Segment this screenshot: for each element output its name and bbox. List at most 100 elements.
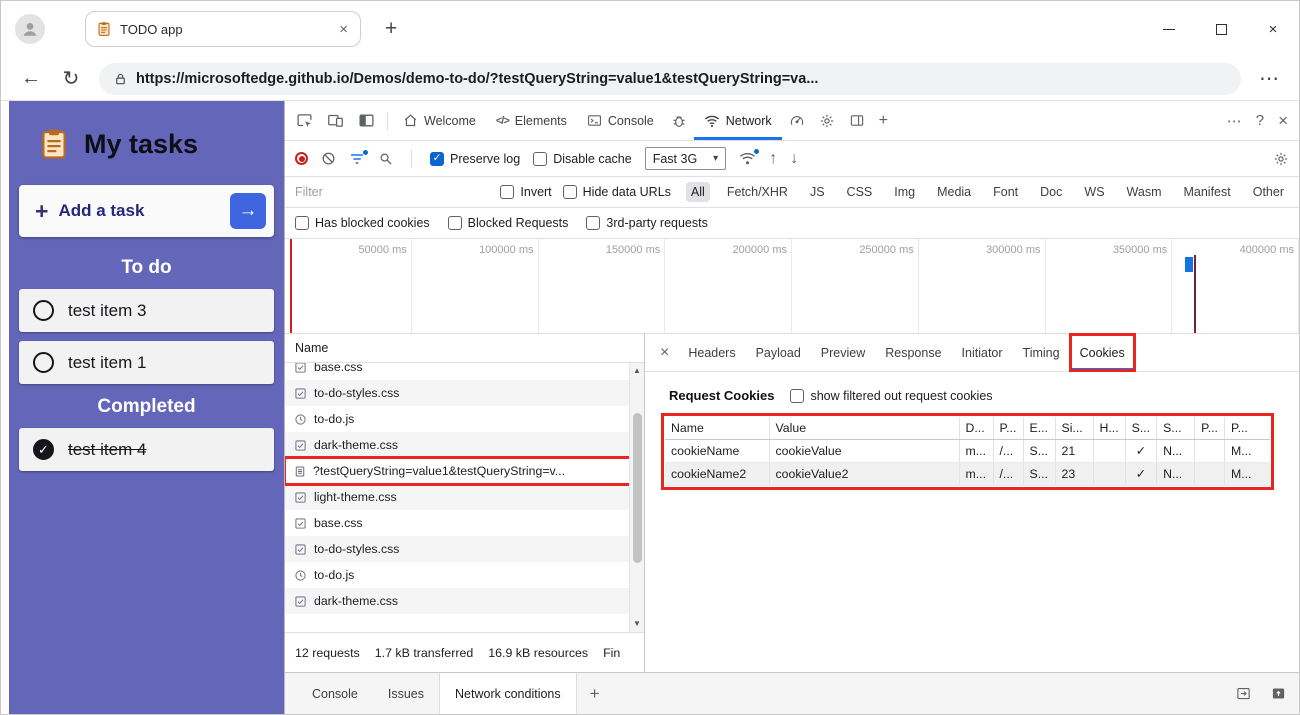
device-toolbar-button[interactable]	[320, 101, 351, 140]
col-samesite[interactable]: S...	[1156, 417, 1196, 440]
scroll-down-icon[interactable]: ▼	[633, 616, 641, 632]
col-httponly[interactable]: H...	[1093, 417, 1126, 440]
settings-button[interactable]	[812, 101, 842, 140]
network-conditions-button[interactable]	[739, 148, 761, 166]
tab-welcome[interactable]: Welcome	[393, 101, 486, 140]
import-har-button[interactable]: ↑	[769, 150, 777, 168]
request-list-scrollbar[interactable]: ▲ ▼	[629, 363, 644, 632]
show-filtered-cookies-checkbox[interactable]	[790, 388, 805, 403]
more-tools-button[interactable]: +	[872, 101, 895, 140]
disable-cache-checkbox[interactable]	[533, 151, 548, 166]
drawer-tab-console[interactable]: Console	[297, 673, 373, 714]
chip-wasm[interactable]: Wasm	[1122, 182, 1167, 202]
tab-timing[interactable]: Timing	[1013, 334, 1070, 371]
add-drawer-tab-button[interactable]: +	[577, 673, 613, 714]
layout-panel-button[interactable]	[842, 101, 872, 140]
col-partition[interactable]: P...	[1194, 417, 1225, 440]
browser-menu-button[interactable]: ⋯	[1249, 66, 1289, 91]
request-row[interactable]: to-do-styles.css	[285, 536, 644, 562]
col-priority[interactable]: P...	[1224, 417, 1271, 440]
performance-button[interactable]	[782, 101, 812, 140]
network-settings-button[interactable]	[1273, 151, 1289, 167]
hide-data-urls-checkbox[interactable]	[562, 185, 577, 199]
request-list-header[interactable]: Name	[285, 334, 644, 363]
search-button[interactable]	[378, 151, 393, 166]
show-filtered-cookies-option[interactable]: show filtered out request cookies	[790, 388, 993, 403]
issues-button[interactable]	[664, 101, 694, 140]
chip-img[interactable]: Img	[889, 182, 920, 202]
minimize-button[interactable]	[1143, 1, 1195, 57]
request-row-selected-query-string[interactable]: ?testQueryString=value1&testQueryString=…	[285, 456, 644, 486]
col-domain[interactable]: D...	[959, 417, 994, 440]
chip-media[interactable]: Media	[932, 182, 976, 202]
devtools-menu-button[interactable]: ⋯	[1220, 112, 1249, 130]
maximize-button[interactable]	[1195, 1, 1247, 57]
has-blocked-cookies-checkbox[interactable]	[295, 216, 309, 230]
invert-checkbox[interactable]	[500, 185, 515, 199]
request-row[interactable]: base.css	[285, 510, 644, 536]
tab-cookies[interactable]: Cookies	[1068, 333, 1136, 372]
request-row[interactable]: to-do-styles.css	[285, 380, 644, 406]
filter-toggle-button[interactable]	[349, 148, 369, 166]
browser-tab[interactable]: TODO app ×	[85, 11, 361, 47]
cookie-row[interactable]: cookieName cookieValue m... /... S... 21…	[665, 439, 1271, 463]
third-party-option[interactable]: 3rd-party requests	[586, 216, 708, 230]
close-devtools-button[interactable]: ×	[1271, 111, 1295, 131]
tab-close-icon[interactable]: ×	[337, 21, 350, 38]
request-row[interactable]: to-do.js	[285, 562, 644, 588]
invert-option[interactable]: Invert	[500, 185, 552, 199]
chip-font[interactable]: Font	[988, 182, 1023, 202]
close-detail-icon[interactable]: ×	[651, 344, 678, 362]
chip-ws[interactable]: WS	[1079, 182, 1109, 202]
throttling-select[interactable]: Fast 3G ▾	[644, 147, 727, 170]
activity-bar-button[interactable]	[351, 101, 382, 140]
add-task-input[interactable]: Add a task	[58, 201, 220, 221]
request-row[interactable]: base.css	[285, 363, 644, 380]
record-button[interactable]	[295, 152, 308, 165]
col-secure[interactable]: S...	[1125, 417, 1158, 440]
task-item[interactable]: test item 3	[19, 289, 274, 332]
task-checkbox-checked[interactable]: ✓	[33, 439, 54, 460]
network-overview-timeline[interactable]: 50000 ms 100000 ms 150000 ms 200000 ms 2…	[285, 239, 1299, 334]
chip-doc[interactable]: Doc	[1035, 182, 1067, 202]
has-blocked-cookies-option[interactable]: Has blocked cookies	[295, 216, 430, 230]
cookie-row[interactable]: cookieName2 cookieValue2 m... /... S... …	[665, 462, 1271, 486]
col-value[interactable]: Value	[769, 417, 960, 440]
tab-preview[interactable]: Preview	[811, 334, 875, 371]
task-checkbox[interactable]	[33, 300, 54, 321]
refresh-button[interactable]: ↻	[51, 66, 91, 91]
preserve-log-option[interactable]: ✓ Preserve log	[430, 151, 520, 166]
expand-panel-button[interactable]	[1270, 686, 1287, 701]
task-item[interactable]: test item 1	[19, 341, 274, 384]
third-party-checkbox[interactable]	[586, 216, 601, 230]
blocked-requests-checkbox[interactable]	[447, 216, 462, 230]
col-path[interactable]: P...	[993, 417, 1024, 440]
scrollbar-thumb[interactable]	[632, 413, 642, 563]
tab-response[interactable]: Response	[875, 334, 951, 371]
disable-cache-option[interactable]: Disable cache	[533, 151, 632, 166]
tab-elements[interactable]: </> Elements	[486, 101, 577, 140]
chip-other[interactable]: Other	[1248, 182, 1289, 202]
col-expires[interactable]: E...	[1023, 417, 1056, 440]
filter-input[interactable]	[295, 185, 490, 199]
inspect-element-button[interactable]	[289, 101, 320, 140]
request-row[interactable]: light-theme.css	[285, 484, 644, 510]
help-button[interactable]: ?	[1249, 112, 1271, 129]
hide-data-urls-option[interactable]: Hide data URLs	[562, 185, 671, 199]
dock-panel-button[interactable]	[1235, 686, 1252, 701]
drawer-tab-issues[interactable]: Issues	[373, 673, 439, 714]
request-row[interactable]: to-do.js	[285, 406, 644, 432]
url-bar[interactable]: https://microsoftedge.github.io/Demos/de…	[99, 62, 1241, 95]
submit-task-button[interactable]: →	[230, 193, 266, 229]
col-name[interactable]: Name	[665, 417, 770, 440]
task-checkbox[interactable]	[33, 352, 54, 373]
back-button[interactable]: ←	[11, 67, 51, 90]
profile-avatar[interactable]	[15, 14, 45, 44]
preserve-log-checkbox[interactable]: ✓	[430, 151, 444, 166]
tab-payload[interactable]: Payload	[746, 334, 811, 371]
blocked-requests-option[interactable]: Blocked Requests	[447, 216, 568, 230]
request-row[interactable]: dark-theme.css	[285, 432, 644, 458]
clear-button[interactable]	[321, 151, 336, 166]
export-har-button[interactable]: ↓	[790, 150, 798, 168]
task-item-completed[interactable]: ✓ test item 4	[19, 428, 274, 471]
